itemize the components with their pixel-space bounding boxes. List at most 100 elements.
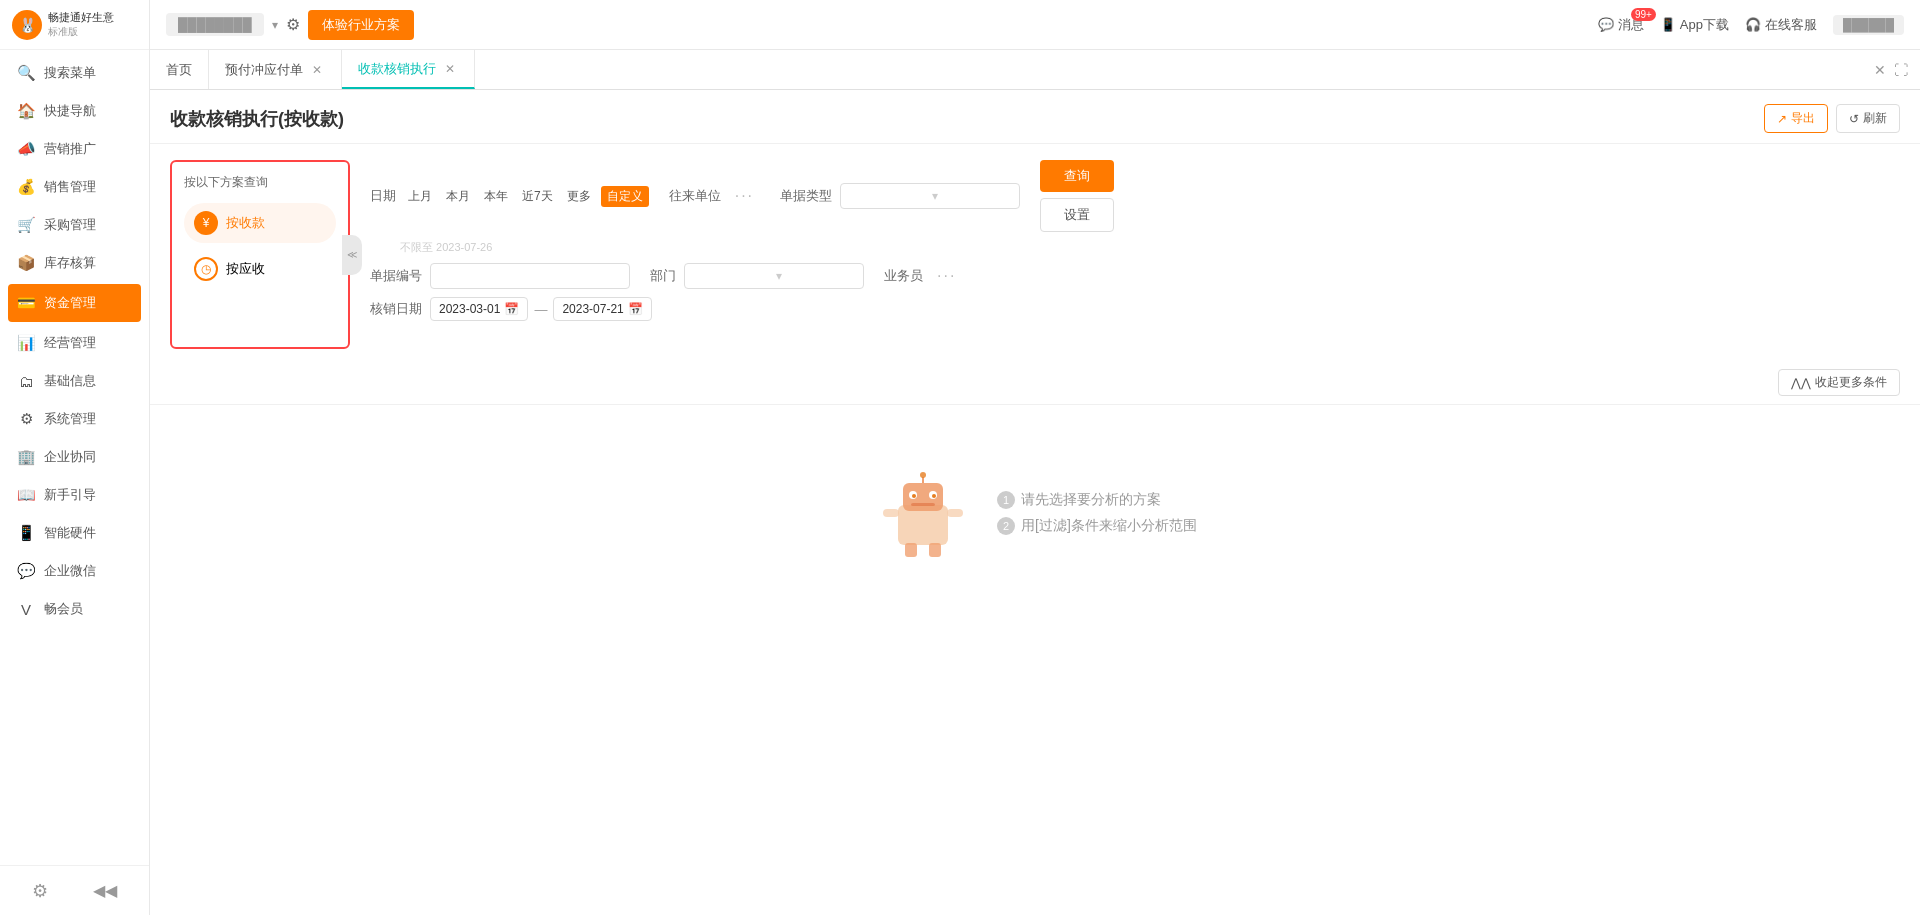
tab-prepay-label: 预付冲应付单 [225, 61, 303, 79]
collapse-filter-left-btn[interactable]: ≪ [342, 235, 362, 275]
sidebar-item-search[interactable]: 🔍 搜索菜单 [0, 54, 149, 92]
service-icon: 🎧 [1745, 17, 1761, 32]
service-label: 在线客服 [1765, 16, 1817, 34]
date-btn-custom[interactable]: 自定义 [601, 186, 649, 207]
dropdown-arrow-icon[interactable]: ▾ [272, 18, 278, 32]
verify-date-end-input[interactable]: 2023-07-21 📅 [553, 297, 651, 321]
sidebar-item-vip[interactable]: V 畅会员 [0, 590, 149, 628]
sidebar-nav: 🔍 搜索菜单 🏠 快捷导航 📣 营销推广 💰 销售管理 🛒 采购管理 📦 库存核… [0, 50, 149, 865]
verify-date-filter: 核销日期 2023-03-01 📅 — 2023-07-21 [370, 297, 652, 321]
topbar-right: 💬 消息 99+ 📱 App下载 🎧 在线客服 ██████ [1598, 15, 1904, 35]
refresh-button[interactable]: ↺ 刷新 [1836, 104, 1900, 133]
page-header: 收款核销执行(按收款) ↗ 导出 ↺ 刷新 [150, 90, 1920, 144]
industry-solution-button[interactable]: 体验行业方案 [308, 10, 414, 40]
date-btn-this-month[interactable]: 本月 [442, 186, 474, 207]
money-icon: 💰 [16, 178, 36, 196]
counterparty-select-btn[interactable]: ··· [729, 183, 760, 209]
date-range-separator: — [534, 302, 547, 317]
filter-option-by-receivable[interactable]: ◷ 按应收 [184, 249, 336, 289]
sidebar-label-guide: 新手引导 [44, 486, 96, 504]
doc-type-select[interactable]: ▾ [840, 183, 1020, 209]
online-service-button[interactable]: 🎧 在线客服 [1745, 16, 1817, 34]
sidebar-item-quick-nav[interactable]: 🏠 快捷导航 [0, 92, 149, 130]
tab-prepay[interactable]: 预付冲应付单 ✕ [209, 50, 342, 89]
sidebar-label-sales: 销售管理 [44, 178, 96, 196]
sidebar-item-sales[interactable]: 💰 销售管理 [0, 168, 149, 206]
date-btn-7days[interactable]: 近7天 [518, 186, 557, 207]
receipt-icon: ¥ [194, 211, 218, 235]
sidebar-item-operations[interactable]: 📊 经营管理 [0, 324, 149, 362]
employee-select-btn[interactable]: ··· [931, 263, 962, 289]
sidebar-item-inventory[interactable]: 📦 库存核算 [0, 244, 149, 282]
cart-icon: 🛒 [16, 216, 36, 234]
query-button[interactable]: 查询 [1040, 160, 1114, 192]
user-account: ██████ [1833, 15, 1904, 35]
setting-button[interactable]: 设置 [1040, 198, 1114, 232]
calendar-end-icon[interactable]: 📅 [628, 302, 643, 316]
sidebar-item-purchase[interactable]: 🛒 采购管理 [0, 206, 149, 244]
doc-no-input[interactable] [430, 263, 630, 289]
dept-chevron-icon: ▾ [776, 269, 855, 283]
collapse-more-section: ⋀⋀ 收起更多条件 [150, 365, 1920, 405]
sidebar-label-purchase: 采购管理 [44, 216, 96, 234]
search-icon: 🔍 [16, 64, 36, 82]
app-download-button[interactable]: 📱 App下载 [1660, 16, 1729, 34]
page-container: 收款核销执行(按收款) ↗ 导出 ↺ 刷新 按以下方案查询 [150, 90, 1920, 915]
sidebar-item-smart-hw[interactable]: 📱 智能硬件 [0, 514, 149, 552]
filter-panel-title: 按以下方案查询 [184, 174, 336, 191]
dept-select[interactable]: ▾ [684, 263, 864, 289]
svg-point-4 [912, 494, 916, 498]
employee-filter: 业务员 ··· [884, 263, 962, 289]
date-btn-this-year[interactable]: 本年 [480, 186, 512, 207]
box-icon: 📦 [16, 254, 36, 272]
dept-label: 部门 [650, 267, 676, 285]
verify-date-end-value: 2023-07-21 [562, 302, 623, 316]
collapse-sidebar-btn[interactable]: ◀◀ [93, 881, 117, 900]
sidebar-item-system[interactable]: ⚙ 系统管理 [0, 400, 149, 438]
filter-options-panel: 按以下方案查询 ¥ 按收款 ◷ 按应收 ≪ [170, 160, 350, 349]
date-btn-more[interactable]: 更多 [563, 186, 595, 207]
sidebar-item-basic-info[interactable]: 🗂 基础信息 [0, 362, 149, 400]
chevron-down-icon: ▾ [932, 189, 1011, 203]
sidebar-item-wechat[interactable]: 💬 企业微信 [0, 552, 149, 590]
verify-date-start-input[interactable]: 2023-03-01 📅 [430, 297, 528, 321]
message-button[interactable]: 💬 消息 99+ [1598, 16, 1644, 34]
counterparty-filter: 往来单位 ··· [669, 183, 760, 209]
sidebar-item-finance[interactable]: 💳 资金管理 [8, 284, 141, 322]
sidebar-label-quick-nav: 快捷导航 [44, 102, 96, 120]
svg-rect-10 [947, 509, 963, 517]
logo-text: 畅捷通好生意 [48, 10, 114, 24]
doc-no-filter: 单据编号 [370, 263, 630, 289]
maximize-tab-icon[interactable]: ⛶ [1894, 62, 1908, 78]
step-1-icon: 1 [997, 491, 1015, 509]
filter-panel: 按以下方案查询 ¥ 按收款 ◷ 按应收 ≪ [150, 144, 1920, 365]
close-tab-icon[interactable]: ✕ [1874, 62, 1886, 78]
settings-bottom-icon[interactable]: ⚙ [32, 880, 48, 902]
receipt-label: 按收款 [226, 214, 265, 232]
sidebar-logo: 🐰 畅捷通好生意 标准版 [0, 0, 149, 50]
export-icon: ↗ [1777, 112, 1787, 126]
chart-icon: 📊 [16, 334, 36, 352]
sidebar-label-enterprise: 企业协同 [44, 448, 96, 466]
tab-home-label: 首页 [166, 61, 192, 79]
empty-hint-2: 2 用[过滤]条件来缩小分析范围 [997, 517, 1197, 535]
sidebar-item-marketing[interactable]: 📣 营销推广 [0, 130, 149, 168]
home-icon: 🏠 [16, 102, 36, 120]
collapse-more-button[interactable]: ⋀⋀ 收起更多条件 [1778, 369, 1900, 396]
calendar-start-icon[interactable]: 📅 [504, 302, 519, 316]
date-btn-last-month[interactable]: 上月 [404, 186, 436, 207]
tab-receivable[interactable]: 收款核销执行 ✕ [342, 50, 475, 89]
export-button[interactable]: ↗ 导出 [1764, 104, 1828, 133]
sidebar-item-guide[interactable]: 📖 新手引导 [0, 476, 149, 514]
tab-prepay-close-icon[interactable]: ✕ [309, 62, 325, 78]
sidebar-item-enterprise[interactable]: 🏢 企业协同 [0, 438, 149, 476]
filter-form: 日期 上月 本月 本年 近7天 更多 自定义 [370, 160, 1900, 349]
filter-option-by-receipt[interactable]: ¥ 按收款 [184, 203, 336, 243]
empty-hints: 1 请先选择要分析的方案 2 用[过滤]条件来缩小分析范围 [997, 491, 1197, 543]
tab-receivable-close-icon[interactable]: ✕ [442, 61, 458, 77]
sidebar-label-inventory: 库存核算 [44, 254, 96, 272]
tab-home[interactable]: 首页 [150, 50, 209, 89]
topbar-gear-icon[interactable]: ⚙ [286, 15, 300, 34]
dept-filter: 部门 ▾ [650, 263, 864, 289]
topbar-brand: ████████ [166, 13, 264, 36]
